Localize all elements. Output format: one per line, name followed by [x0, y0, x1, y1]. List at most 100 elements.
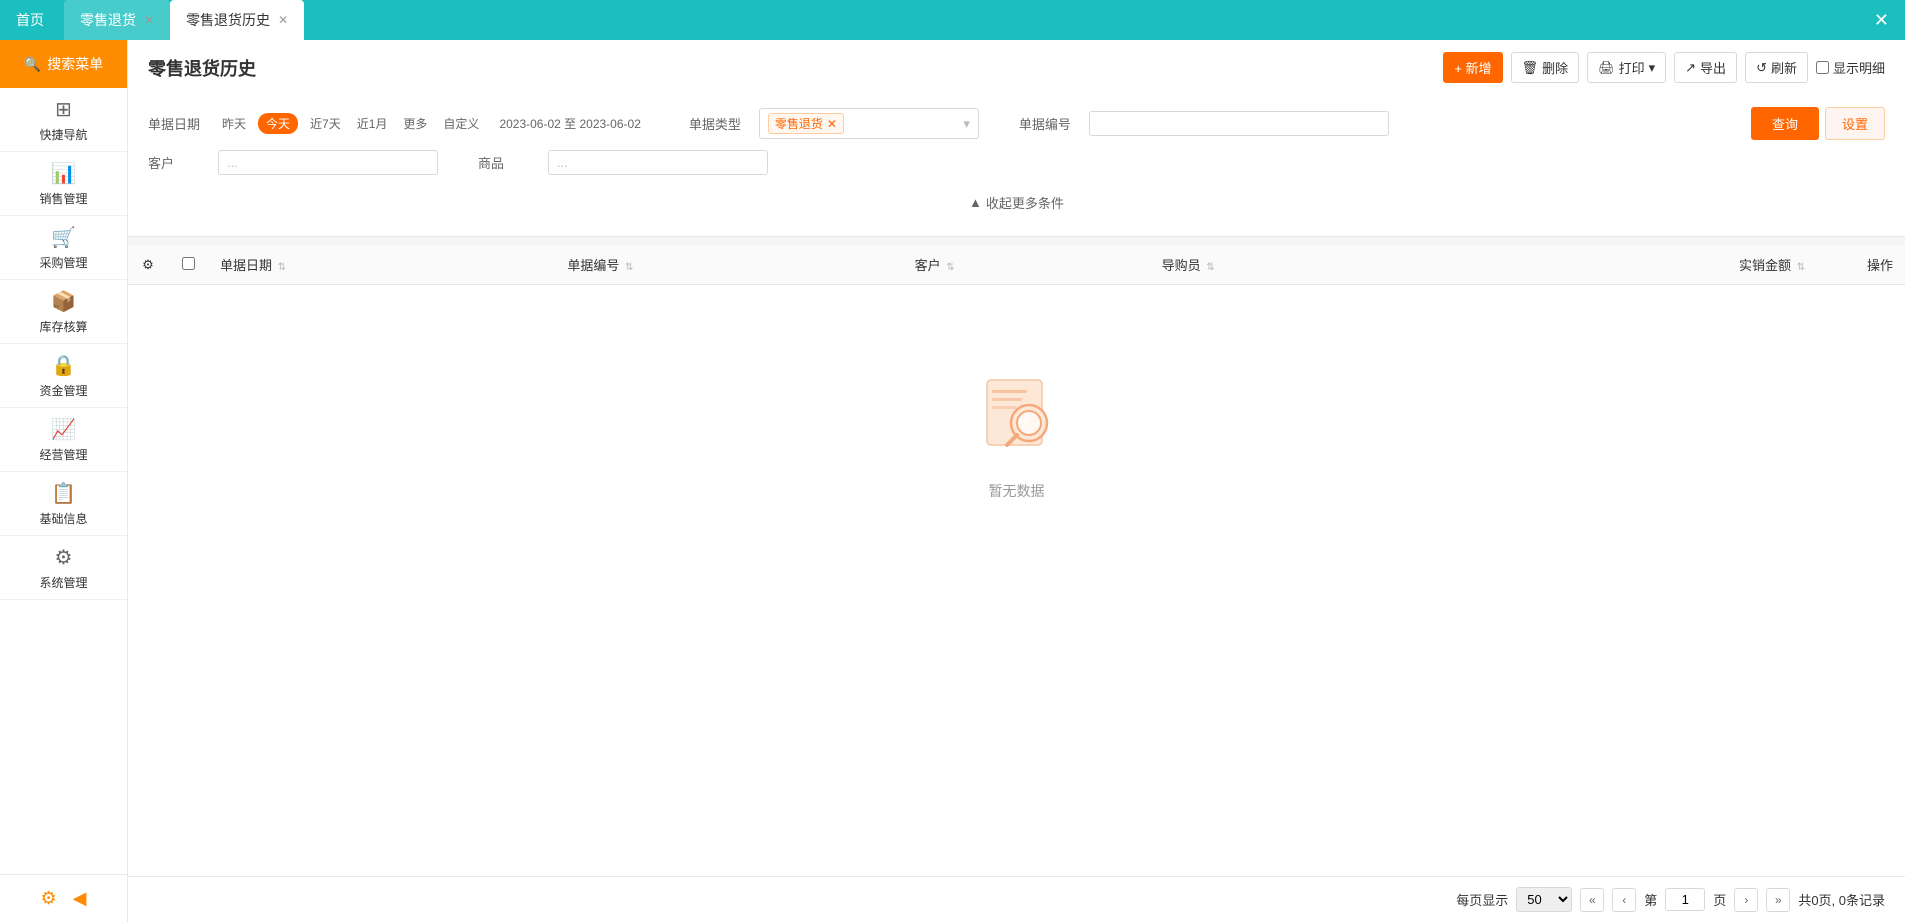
customer-placeholder: ...	[227, 155, 238, 170]
show-detail-checkbox[interactable]	[1816, 61, 1829, 74]
system-icon: ⚙	[55, 545, 73, 570]
empty-state-cell: 暂无数据	[128, 285, 1905, 582]
empty-state-icon	[967, 365, 1067, 465]
doc-number-input[interactable]	[1089, 111, 1389, 136]
date-btn-more[interactable]: 更多	[399, 113, 431, 134]
empty-state: 暂无数据	[128, 285, 1905, 581]
th-doc-number[interactable]: 单据编号 ⇅	[555, 245, 902, 285]
page-last-button[interactable]: »	[1766, 888, 1790, 912]
refresh-icon: ↺	[1756, 60, 1767, 76]
sidebar-item-operations[interactable]: 📈 经营管理	[0, 408, 127, 472]
th-doc-date[interactable]: 单据日期 ⇅	[208, 245, 555, 285]
window-close-button[interactable]: ✕	[1874, 10, 1889, 31]
date-btn-custom[interactable]: 自定义	[439, 113, 483, 134]
select-all-checkbox[interactable]	[182, 257, 195, 270]
table-container: ⚙ 单据日期 ⇅ 单据编号 ⇅ 客户 ⇅	[128, 245, 1905, 876]
export-icon: ↗	[1685, 60, 1696, 76]
date-btn-1month[interactable]: 近1月	[353, 113, 392, 134]
tab-home-label: 首页	[16, 10, 44, 30]
date-btn-7days[interactable]: 近7天	[306, 113, 345, 134]
filter-row-1: 单据日期 昨天 今天 近7天 近1月 更多 自定义 2023-06-02 至 2…	[148, 107, 1885, 140]
type-filter-remove[interactable]: ✕	[827, 117, 837, 131]
show-detail-label: 显示明细	[1833, 58, 1885, 77]
guide-sort-icon: ⇅	[1206, 262, 1214, 273]
date-btn-yesterday[interactable]: 昨天	[218, 113, 250, 134]
page-number-input[interactable]	[1665, 888, 1705, 911]
filter-row-2: 客户 ... 商品 ...	[148, 150, 1885, 175]
sidebar: 🔍 搜索菜单 ⊞ 快捷导航 📊 销售管理 🛒 采购管理 📦 库存核算 🔒 资金管…	[0, 40, 128, 922]
collapse-row: ▲ 收起更多条件	[148, 185, 1885, 224]
th-amount[interactable]: 实销金额 ⇅	[1447, 245, 1825, 285]
th-ops: 操作	[1825, 245, 1905, 285]
search-icon: 🔍	[24, 56, 41, 73]
date-filter-buttons: 昨天 今天 近7天 近1月 更多 自定义 2023-06-02 至 2023-0…	[218, 113, 641, 134]
settings-filter-button[interactable]: 设置	[1825, 107, 1885, 140]
sidebar-item-sales-mgmt-label: 销售管理	[39, 190, 87, 207]
th-checkbox[interactable]	[168, 245, 208, 285]
sales-mgmt-icon: 📊	[51, 161, 76, 186]
table-header-row: ⚙ 单据日期 ⇅ 单据编号 ⇅ 客户 ⇅	[128, 245, 1905, 285]
sidebar-item-basic-info-label: 基础信息	[39, 510, 87, 527]
customer-sort-icon: ⇅	[946, 262, 954, 273]
data-table: ⚙ 单据日期 ⇅ 单据编号 ⇅ 客户 ⇅	[128, 245, 1905, 581]
th-customer[interactable]: 客户 ⇅	[903, 245, 1150, 285]
goods-filter-label: 商品	[478, 153, 548, 172]
refresh-button[interactable]: ↺ 刷新	[1745, 52, 1808, 83]
export-button[interactable]: ↗ 导出	[1674, 52, 1737, 83]
print-button[interactable]: 🖨 打印 ▾	[1587, 52, 1666, 83]
tab-retail-return-close[interactable]: ✕	[144, 13, 154, 27]
doc-number-sort-icon: ⇅	[625, 262, 633, 273]
collapse-button[interactable]: ▲ 收起更多条件	[957, 189, 1076, 216]
tab-retail-return-history-label: 零售退货历史	[186, 10, 270, 30]
sidebar-item-inventory[interactable]: 📦 库存核算	[0, 280, 127, 344]
amount-sort-icon: ⇅	[1797, 262, 1805, 273]
sidebar-item-finance-label: 资金管理	[39, 382, 87, 399]
page-size-select[interactable]: 50 10 20 100	[1516, 887, 1572, 912]
goods-input[interactable]: ...	[548, 150, 768, 175]
tab-retail-return-history-close[interactable]: ✕	[278, 13, 288, 27]
customer-filter-label: 客户	[148, 153, 218, 172]
toolbar: + 新增 🗑 删除 🖨 打印 ▾ ↗ 导出 ↺	[1443, 52, 1885, 83]
sidebar-item-quick-nav[interactable]: ⊞ 快捷导航	[0, 88, 127, 152]
sidebar-item-basic-info[interactable]: 📋 基础信息	[0, 472, 127, 536]
tab-retail-return-history[interactable]: 零售退货历史 ✕	[170, 0, 304, 40]
sidebar-item-operations-label: 经营管理	[39, 446, 87, 463]
sidebar-search[interactable]: 🔍 搜索菜单	[0, 40, 127, 88]
date-range-display: 2023-06-02 至 2023-06-02	[499, 115, 640, 132]
type-filter-value: 零售退货	[775, 115, 823, 132]
delete-button[interactable]: 🗑 删除	[1511, 52, 1580, 83]
quick-nav-icon: ⊞	[55, 97, 72, 122]
doc-number-label: 单据编号	[1019, 114, 1089, 133]
operations-icon: 📈	[51, 417, 76, 442]
sidebar-item-system-label: 系统管理	[39, 574, 87, 591]
sidebar-item-purchase-mgmt[interactable]: 🛒 采购管理	[0, 216, 127, 280]
search-button[interactable]: 查询	[1751, 107, 1819, 140]
add-button[interactable]: + 新增	[1443, 52, 1502, 83]
th-settings[interactable]: ⚙	[128, 245, 168, 285]
tab-retail-return[interactable]: 零售退货 ✕	[64, 0, 170, 40]
collapse-sidebar-icon[interactable]: ◀	[73, 888, 87, 909]
sidebar-item-sales-mgmt[interactable]: 📊 销售管理	[0, 152, 127, 216]
customer-input[interactable]: ...	[218, 150, 438, 175]
show-detail-checkbox-label[interactable]: 显示明细	[1816, 58, 1885, 77]
sidebar-item-finance[interactable]: 🔒 资金管理	[0, 344, 127, 408]
settings-icon[interactable]: ⚙	[41, 888, 57, 909]
page-first-button[interactable]: «	[1580, 888, 1604, 912]
type-filter-select[interactable]: 零售退货 ✕ ▾	[759, 108, 979, 139]
page-header: 零售退货历史 + 新增 🗑 删除 🖨 打印 ▾ ↗ 导出	[128, 40, 1905, 237]
date-btn-today[interactable]: 今天	[258, 113, 298, 134]
page-size-label: 每页显示	[1456, 890, 1508, 909]
sidebar-item-system[interactable]: ⚙ 系统管理	[0, 536, 127, 600]
th-guide[interactable]: 导购员 ⇅	[1150, 245, 1447, 285]
basic-info-icon: 📋	[51, 481, 76, 506]
purchase-mgmt-icon: 🛒	[51, 225, 76, 250]
tab-home[interactable]: 首页	[0, 0, 60, 40]
page-prev-button[interactable]: ‹	[1612, 888, 1636, 912]
doc-date-sort-icon: ⇅	[278, 262, 286, 273]
page-next-button[interactable]: ›	[1734, 888, 1758, 912]
print-dropdown-icon: ▾	[1649, 60, 1656, 76]
refresh-label: 刷新	[1771, 58, 1797, 77]
sidebar-search-label: 搜索菜单	[47, 54, 103, 74]
collapse-label: 收起更多条件	[986, 193, 1064, 212]
pagination-bar: 每页显示 50 10 20 100 « ‹ 第 页 › » 共0页, 0条记录	[128, 876, 1905, 922]
